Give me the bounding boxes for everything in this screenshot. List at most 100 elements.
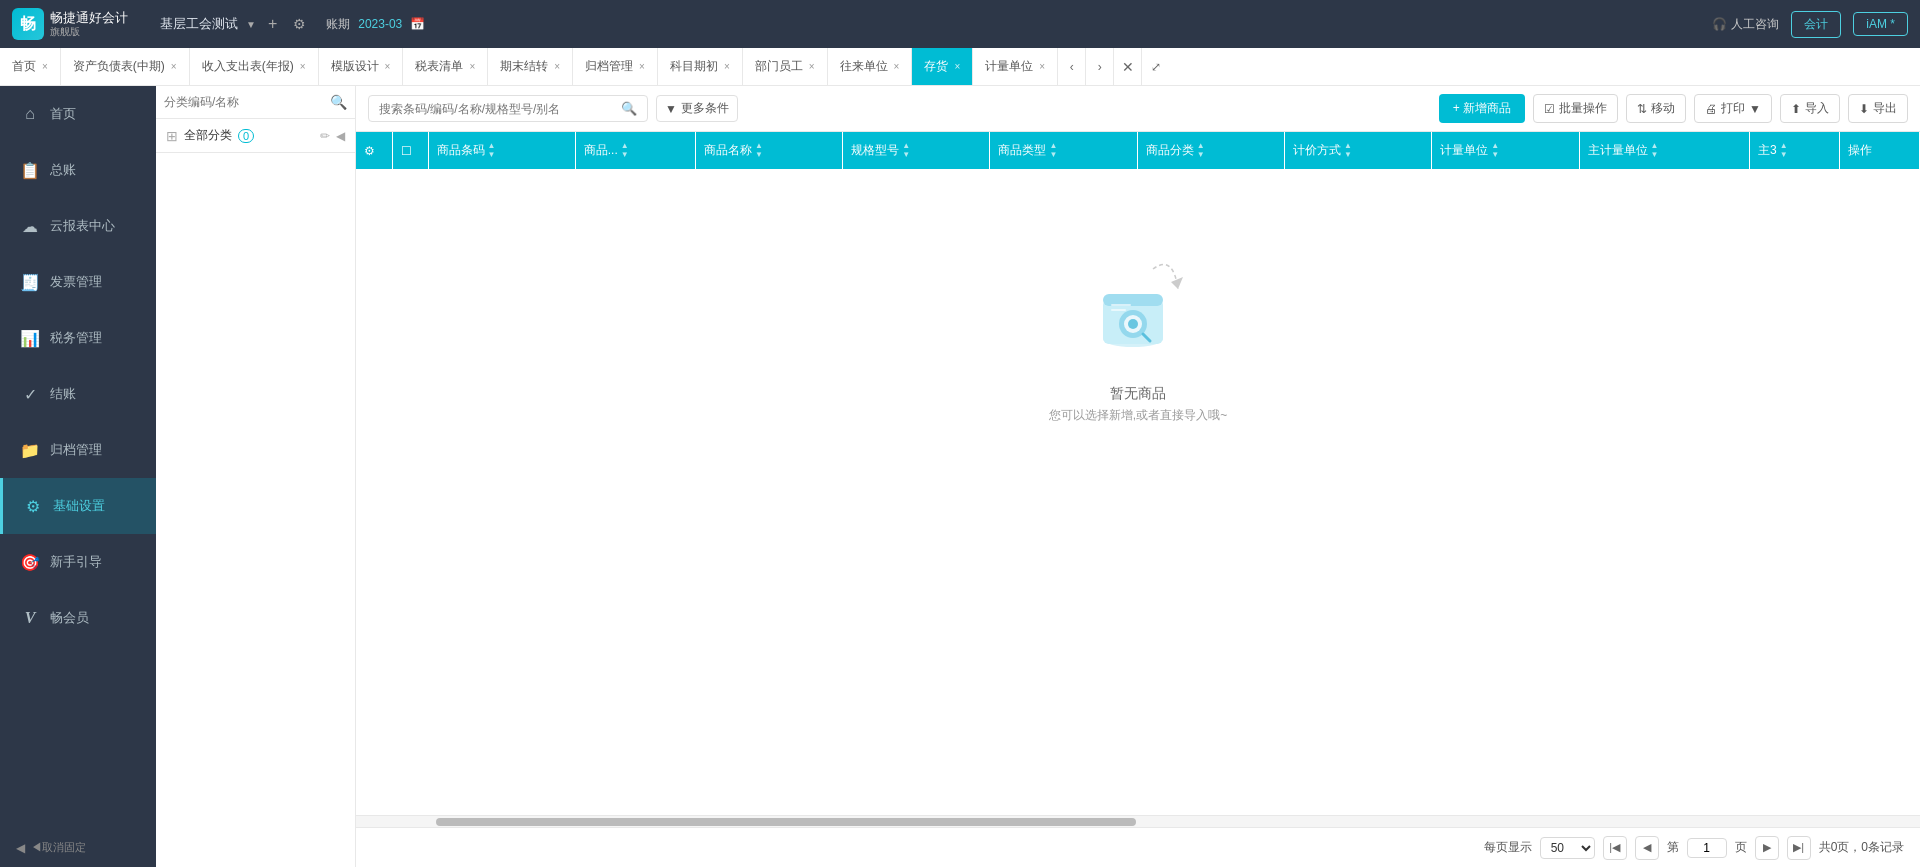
sidebar-item-closing[interactable]: ✓ 结账: [0, 366, 156, 422]
tab-bar: 首页 × 资产负债表(中期) × 收入支出表(年报) × 模版设计 × 税表清单…: [0, 48, 1920, 86]
tab-period-transfer[interactable]: 期末结转 ×: [488, 48, 573, 86]
tab-expand-button[interactable]: ⤢: [1142, 48, 1170, 86]
tab-balance-sheet-close[interactable]: ×: [171, 61, 177, 72]
th-main-unit[interactable]: 主计量单位 ▲▼: [1579, 132, 1750, 169]
consult-button[interactable]: 🎧 人工咨询: [1712, 16, 1779, 33]
account-button[interactable]: 会计: [1791, 11, 1841, 38]
tab-next-button[interactable]: ›: [1086, 48, 1114, 86]
category-edit-icon[interactable]: ✏: [320, 129, 330, 143]
filter-label: 更多条件: [681, 100, 729, 117]
tab-archive[interactable]: 归档管理 ×: [573, 48, 658, 86]
tab-dept-staff-close[interactable]: ×: [809, 61, 815, 72]
sidebar-item-reports[interactable]: ☁ 云报表中心: [0, 198, 156, 254]
sidebar-item-basic-settings[interactable]: ⚙ 基础设置: [0, 478, 156, 534]
iam-button[interactable]: iAM *: [1853, 12, 1908, 36]
tab-subject-init-close[interactable]: ×: [724, 61, 730, 72]
filter-button[interactable]: ▼ 更多条件: [656, 95, 738, 122]
th-col3[interactable]: 主3 ▲▼: [1750, 132, 1840, 169]
empty-title: 暂无商品: [1110, 385, 1166, 403]
tab-balance-sheet[interactable]: 资产负债表(中期) ×: [61, 48, 190, 86]
settings-icon[interactable]: ⚙: [289, 12, 310, 36]
page-first-button[interactable]: |◀: [1603, 836, 1627, 860]
import-button[interactable]: ⬆ 导入: [1780, 94, 1840, 123]
th-type[interactable]: 商品类型 ▲▼: [990, 132, 1137, 169]
th-main-unit-label: 主计量单位: [1588, 142, 1648, 159]
move-button[interactable]: ⇅ 移动: [1626, 94, 1686, 123]
scroll-thumb[interactable]: [436, 818, 1136, 826]
period-value[interactable]: 2023-03: [358, 17, 402, 31]
category-collapse-icon[interactable]: ◀: [336, 129, 345, 143]
company-dropdown-icon[interactable]: ▼: [246, 19, 256, 30]
tab-dept-staff[interactable]: 部门员工 ×: [743, 48, 828, 86]
page-size-select[interactable]: 50 10 20 100: [1540, 837, 1595, 859]
page-prev-button[interactable]: ◀: [1635, 836, 1659, 860]
company-selector[interactable]: 基层工会测试: [160, 15, 238, 33]
sidebar-collapse-button[interactable]: ◀ ◀取消固定: [0, 828, 156, 867]
th-price-method-label: 计价方式: [1293, 142, 1341, 159]
goods-search-icon[interactable]: 🔍: [621, 101, 637, 116]
sidebar-item-guide[interactable]: 🎯 新手引导: [0, 534, 156, 590]
sidebar-item-invoice[interactable]: 🧾 发票管理: [0, 254, 156, 310]
sidebar-invoice-label: 发票管理: [50, 273, 102, 291]
print-icon: 🖨: [1705, 102, 1717, 116]
tab-close-all-button[interactable]: ✕: [1114, 48, 1142, 86]
th-checkbox[interactable]: ☐: [392, 132, 428, 169]
tab-template-design[interactable]: 模版设计 ×: [319, 48, 404, 86]
period-label: 账期: [326, 16, 350, 33]
tab-dept-staff-label: 部门员工: [755, 58, 803, 75]
right-content: 🔍 ▼ 更多条件 + 新增商品 ☑ 批量操作 ⇅: [356, 86, 1920, 867]
category-search-input[interactable]: [164, 95, 326, 109]
page-last-button[interactable]: ▶|: [1787, 836, 1811, 860]
th-price-method[interactable]: 计价方式 ▲▼: [1284, 132, 1431, 169]
th-unit[interactable]: 计量单位 ▲▼: [1432, 132, 1579, 169]
sidebar-home-label: 首页: [50, 105, 76, 123]
th-name[interactable]: 商品名称 ▲▼: [695, 132, 842, 169]
tab-template-close[interactable]: ×: [385, 61, 391, 72]
th-settings[interactable]: ⚙: [356, 132, 392, 169]
tab-contacts[interactable]: 往来单位 ×: [828, 48, 913, 86]
sidebar-item-home[interactable]: ⌂ 首页: [0, 86, 156, 142]
add-company-button[interactable]: +: [264, 11, 281, 37]
th-spec[interactable]: 规格型号 ▲▼: [843, 132, 990, 169]
tab-income-expense[interactable]: 收入支出表(年报) ×: [190, 48, 319, 86]
tab-subject-init[interactable]: 科目期初 ×: [658, 48, 743, 86]
sidebar-item-archive[interactable]: 📁 归档管理: [0, 422, 156, 478]
spec-sort-arrows: ▲▼: [902, 142, 910, 159]
tab-unit[interactable]: 计量单位 ×: [973, 48, 1058, 86]
tab-tax-list-close[interactable]: ×: [469, 61, 475, 72]
tab-archive-close[interactable]: ×: [639, 61, 645, 72]
tab-tax-list[interactable]: 税表清单 ×: [403, 48, 488, 86]
th-code[interactable]: 商品... ▲▼: [575, 132, 695, 169]
horizontal-scrollbar[interactable]: [356, 815, 1920, 827]
tab-inventory[interactable]: 存货 ×: [912, 48, 973, 86]
barcode-sort-arrows: ▲▼: [488, 142, 496, 159]
category-search-icon[interactable]: 🔍: [330, 94, 347, 110]
tab-unit-close[interactable]: ×: [1039, 61, 1045, 72]
batch-operation-button[interactable]: ☑ 批量操作: [1533, 94, 1618, 123]
add-goods-button[interactable]: + 新增商品: [1439, 94, 1525, 123]
th-barcode[interactable]: 商品条码 ▲▼: [428, 132, 575, 169]
tab-inventory-close[interactable]: ×: [954, 61, 960, 72]
page-next-button[interactable]: ▶: [1755, 836, 1779, 860]
tab-contacts-close[interactable]: ×: [894, 61, 900, 72]
th-code-label: 商品...: [584, 142, 618, 159]
calendar-icon[interactable]: 📅: [410, 17, 425, 31]
export-button[interactable]: ⬇ 导出: [1848, 94, 1908, 123]
tab-home[interactable]: 首页 ×: [0, 48, 61, 86]
total-records: 共0页，0条记录: [1819, 839, 1904, 856]
tab-prev-button[interactable]: ‹: [1058, 48, 1086, 86]
th-category[interactable]: 商品分类 ▲▼: [1137, 132, 1284, 169]
sidebar-item-ledger[interactable]: 📋 总账: [0, 142, 156, 198]
page-input[interactable]: [1687, 838, 1727, 858]
sidebar-item-member[interactable]: V 畅会员: [0, 590, 156, 646]
goods-search-input[interactable]: [379, 102, 615, 116]
sidebar-item-tax[interactable]: 📊 税务管理: [0, 310, 156, 366]
logo-area: 畅 畅捷通好会计 旗舰版: [12, 8, 152, 40]
tab-period-transfer-close[interactable]: ×: [554, 61, 560, 72]
print-button[interactable]: 🖨 打印 ▼: [1694, 94, 1772, 123]
tab-income-expense-close[interactable]: ×: [300, 61, 306, 72]
th-spec-label: 规格型号: [851, 142, 899, 159]
content-area: 🔍 ⊞ 全部分类 0 ✏ ◀ 🔍: [156, 86, 1920, 867]
tab-tax-list-label: 税表清单: [415, 58, 463, 75]
tab-home-close[interactable]: ×: [42, 61, 48, 72]
